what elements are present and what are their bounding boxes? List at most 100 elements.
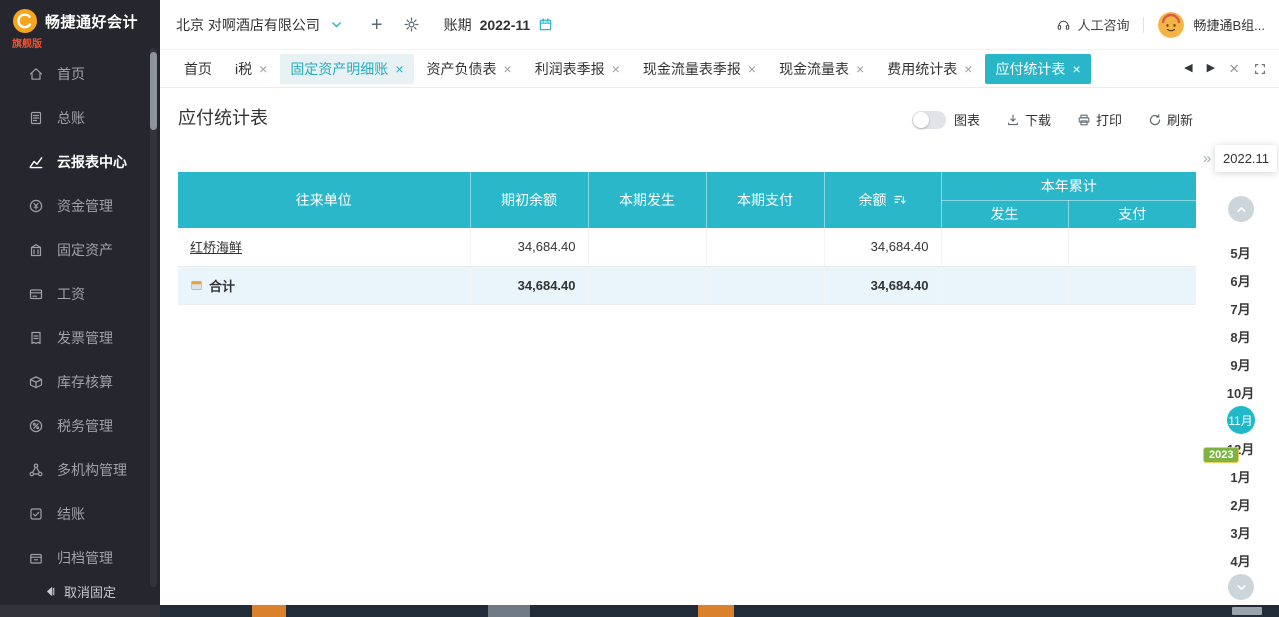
sidebar-item-multi-org[interactable]: 多机构管理 xyxy=(0,448,160,492)
active-month-circle: 11月 xyxy=(1226,406,1255,434)
sidebar-scrollbar-thumb[interactable] xyxy=(150,52,157,130)
accounting-period-control[interactable]: 账期 2022-11 xyxy=(444,15,554,35)
tab-home[interactable]: 首页 xyxy=(174,54,222,84)
col-header-period-incurred: 本期发生 xyxy=(588,172,707,228)
refresh-label: 刷新 xyxy=(1166,113,1193,128)
taskbar-app-block[interactable] xyxy=(252,605,286,617)
sidebar-item-label: 归档管理 xyxy=(57,550,113,566)
month-item[interactable]: 5月 xyxy=(1202,238,1279,266)
sidebar-item-archive[interactable]: 归档管理 xyxy=(0,536,160,580)
month-item[interactable]: 9月 xyxy=(1202,350,1279,378)
chevron-up-icon xyxy=(1236,206,1246,212)
close-tab-icon[interactable]: × xyxy=(964,62,972,76)
month-item[interactable]: 7月 xyxy=(1202,294,1279,322)
month-item[interactable]: 3月 xyxy=(1202,518,1279,546)
consult-label: 人工咨询 xyxy=(1077,18,1130,33)
close-tab-icon[interactable]: × xyxy=(504,62,512,76)
sidebar-item-fixed-assets[interactable]: 固定资产 xyxy=(0,228,160,272)
unpin-icon xyxy=(44,585,57,598)
user-name[interactable]: 畅捷通B组... xyxy=(1193,15,1265,34)
total-balance: 34,684.40 xyxy=(824,266,942,305)
chevron-down-icon[interactable] xyxy=(330,18,343,31)
print-label: 打印 xyxy=(1095,113,1122,128)
tab-payable-stats[interactable]: 应付统计表 × xyxy=(985,53,1091,84)
cell-year-incurred xyxy=(941,228,1069,267)
close-tab-icon[interactable]: × xyxy=(856,62,864,76)
close-tab-icon[interactable]: × xyxy=(748,62,756,76)
sidebar-menu: 首页 总账 云报表中心 资金管理 固定资产 工资 发票管理 库存核算 税务管理 … xyxy=(0,52,160,580)
chart-toggle[interactable] xyxy=(911,110,946,129)
sidebar-item-general-ledger[interactable]: 总账 xyxy=(0,96,160,140)
tab-income-quarterly[interactable]: 利润表季报 × xyxy=(525,54,630,84)
sidebar-item-label: 结账 xyxy=(57,506,85,522)
tab-expense-stats[interactable]: 费用统计表 × xyxy=(877,54,982,84)
month-item[interactable]: 8月 xyxy=(1202,322,1279,350)
total-year-paid xyxy=(1068,266,1196,305)
period-picker-panel: » 2022.11 5月 6月 7月 8月 9月 10月 11月 12月 1月 … xyxy=(1202,142,1279,608)
month-item[interactable]: 6月 xyxy=(1202,266,1279,294)
unit-link[interactable]: 红桥海鲜 xyxy=(190,240,242,255)
tab-balance-sheet[interactable]: 资产负债表 × xyxy=(417,54,522,84)
close-tab-icon[interactable]: × xyxy=(612,62,620,76)
cell-balance: 34,684.40 xyxy=(824,228,942,267)
print-button[interactable]: 打印 xyxy=(1077,110,1122,129)
scroll-months-up-button[interactable] xyxy=(1228,196,1254,222)
sidebar-item-home[interactable]: 首页 xyxy=(0,52,160,96)
tab-itax[interactable]: i税 × xyxy=(225,54,277,84)
month-item[interactable]: 4月 xyxy=(1202,546,1279,574)
fullscreen-icon[interactable] xyxy=(1253,62,1267,76)
tab-fixed-asset-detail[interactable]: 固定资产明细账 × xyxy=(280,53,414,84)
download-button[interactable]: 下载 xyxy=(1006,110,1051,129)
calendar-icon[interactable] xyxy=(538,17,553,32)
sidebar-item-cloud-reports[interactable]: 云报表中心 xyxy=(0,140,160,184)
sidebar-item-funds[interactable]: 资金管理 xyxy=(0,184,160,228)
month-item[interactable]: 2月 xyxy=(1202,490,1279,518)
col-header-year-group: 本年累计 xyxy=(941,172,1196,201)
sidebar: 畅捷通好会计 旗舰版 首页 总账 云报表中心 资金管理 固定资产 工资 发票管理… xyxy=(0,0,160,617)
tab-label: 资产负债表 xyxy=(426,60,497,77)
scroll-months-down-button[interactable] xyxy=(1228,574,1254,600)
sidebar-item-tax[interactable]: 税务管理 xyxy=(0,404,160,448)
collapse-panel-icon[interactable]: » xyxy=(1203,150,1211,167)
unpin-sidebar-button[interactable]: 取消固定 xyxy=(0,582,160,601)
cloud-report-icon xyxy=(27,154,44,171)
refresh-icon xyxy=(1149,113,1161,125)
gear-icon[interactable] xyxy=(403,16,420,33)
close-tab-icon[interactable]: × xyxy=(1072,62,1080,76)
sidebar-item-closing[interactable]: 结账 xyxy=(0,492,160,536)
consult-button[interactable]: 人工咨询 xyxy=(1056,15,1129,34)
close-tab-icon[interactable]: × xyxy=(259,62,267,76)
add-icon[interactable]: + xyxy=(371,15,383,35)
scroll-tabs-left-icon[interactable]: ◀ xyxy=(1184,63,1192,74)
scroll-tabs-right-icon[interactable]: ▶ xyxy=(1207,63,1215,74)
home-icon xyxy=(27,66,44,83)
total-period-incurred xyxy=(588,266,707,305)
col-header-period-paid: 本期支付 xyxy=(706,172,825,228)
sort-descending-icon[interactable] xyxy=(893,193,907,207)
taskbar-app-block[interactable] xyxy=(488,605,530,617)
company-selector[interactable]: 北京 对啊酒店有限公司 xyxy=(176,15,343,35)
sidebar-item-salary[interactable]: 工资 xyxy=(0,272,160,316)
month-item[interactable]: 1月 xyxy=(1202,462,1279,490)
close-all-tabs-icon[interactable]: × xyxy=(1229,60,1239,77)
tab-cashflow-quarterly[interactable]: 现金流量表季报 × xyxy=(633,54,766,84)
taskbar-tray[interactable] xyxy=(1232,607,1262,615)
close-tab-icon[interactable]: × xyxy=(395,62,403,76)
refresh-button[interactable]: 刷新 xyxy=(1148,110,1193,129)
taskbar-app-block[interactable] xyxy=(698,605,734,617)
tab-cashflow[interactable]: 现金流量表 × xyxy=(769,54,874,84)
tab-label: 应付统计表 xyxy=(995,60,1066,77)
total-label: 合计 xyxy=(209,278,236,294)
fixed-asset-icon xyxy=(27,242,44,259)
sidebar-scrollbar[interactable] xyxy=(150,48,157,587)
month-item-active[interactable]: 11月 xyxy=(1202,406,1279,434)
current-period-tag: 2022.11 xyxy=(1215,145,1278,172)
sidebar-item-inventory[interactable]: 库存核算 xyxy=(0,360,160,404)
tab-label: i税 xyxy=(235,60,253,77)
col-header-unit: 往来单位 xyxy=(178,172,471,228)
user-avatar[interactable] xyxy=(1158,11,1185,38)
month-item[interactable]: 10月 xyxy=(1202,378,1279,406)
period-value: 2022-11 xyxy=(479,16,531,33)
sidebar-item-invoice[interactable]: 发票管理 xyxy=(0,316,160,360)
cell-period-paid xyxy=(706,228,825,267)
